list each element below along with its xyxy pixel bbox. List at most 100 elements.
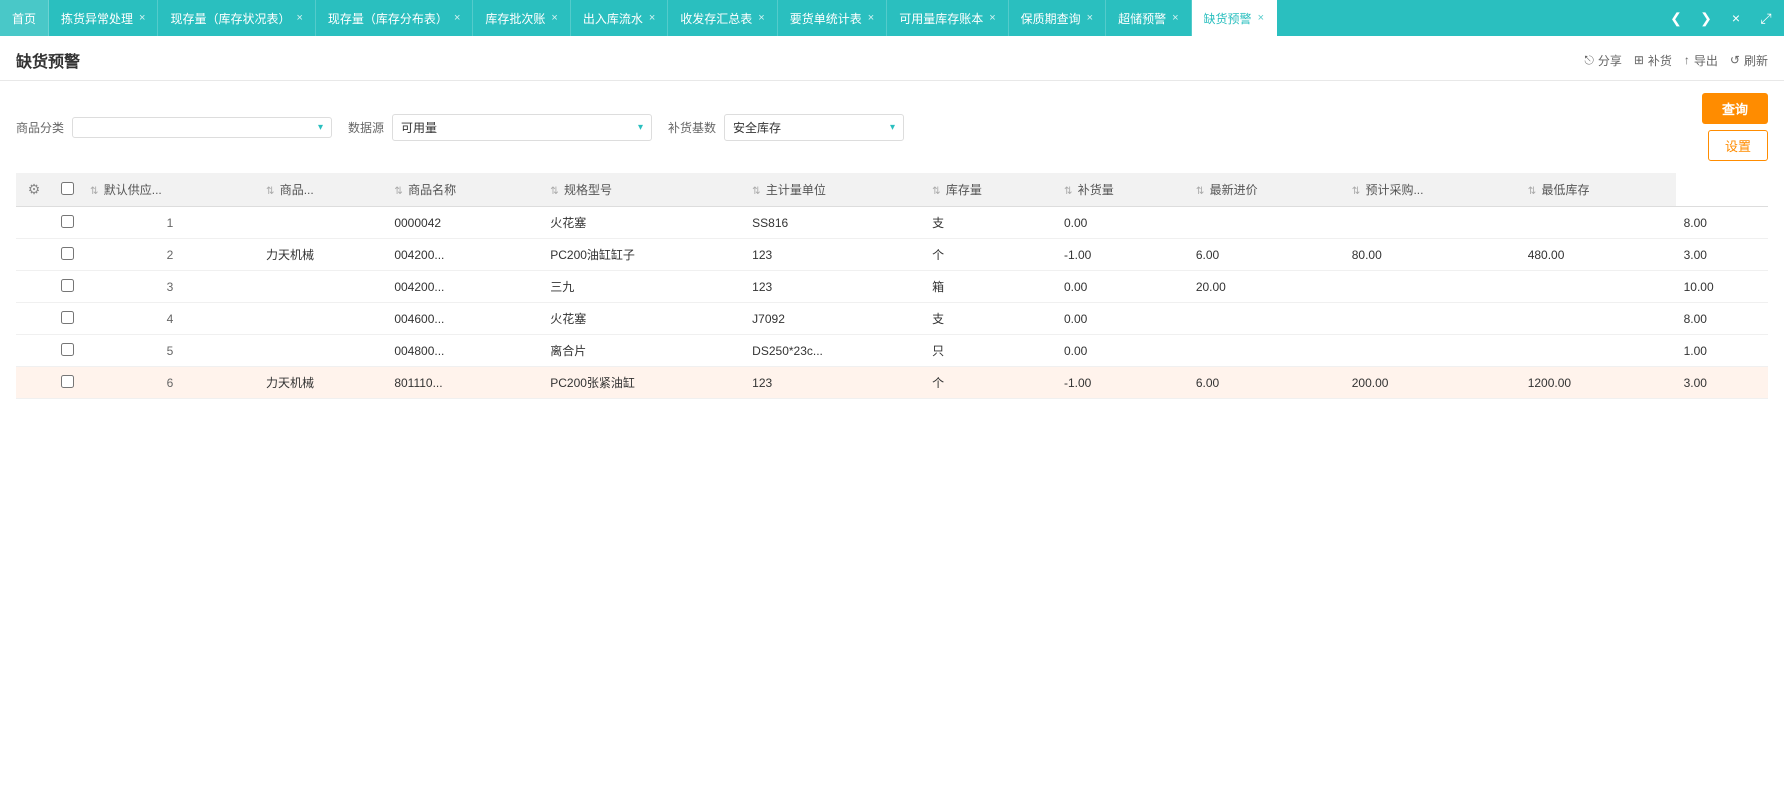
tab-close-available[interactable]: ×	[989, 12, 995, 24]
datasource-filter-group: 数据源 可用量 ▾	[348, 114, 652, 141]
col-stock: ⇅ 库存量	[924, 173, 1056, 207]
replenish-base-filter-group: 补货基数 安全库存 ▾	[668, 114, 904, 141]
query-button[interactable]: 查询	[1702, 93, 1768, 124]
row-checkbox-4[interactable]	[61, 343, 74, 356]
row-product-code: 801110...	[386, 367, 542, 399]
tab-inout-flow[interactable]: 出入库流水 ×	[571, 0, 668, 36]
row-replenish-qty	[1188, 207, 1344, 239]
row-spec: 123	[744, 239, 924, 271]
row-unit: 只	[924, 335, 1056, 367]
col-latest-price: ⇅ 最新进价	[1188, 173, 1344, 207]
min-stock-sort-icon[interactable]: ⇅	[1528, 186, 1536, 197]
row-checkbox-3[interactable]	[61, 311, 74, 324]
tab-close-picking[interactable]: ×	[139, 12, 145, 24]
row-num: 1	[82, 207, 258, 239]
row-checkbox-cell	[52, 207, 82, 239]
replenish-icon: ⊞	[1634, 53, 1644, 67]
tab-close-stock-dist[interactable]: ×	[454, 12, 460, 24]
row-stock: 0.00	[1056, 271, 1188, 303]
tab-overstock-warning[interactable]: 超储预警 ×	[1106, 0, 1191, 36]
tab-expiry-query[interactable]: 保质期查询 ×	[1009, 0, 1106, 36]
tab-picking-exception[interactable]: 拣货异常处理 ×	[49, 0, 158, 36]
tab-receive-summary[interactable]: 收发存汇总表 ×	[668, 0, 777, 36]
row-checkbox-1[interactable]	[61, 247, 74, 260]
datasource-value: 可用量	[401, 119, 437, 136]
refresh-icon: ↺	[1730, 53, 1740, 67]
stock-sort-icon[interactable]: ⇅	[932, 186, 940, 197]
tab-home[interactable]: 首页	[0, 0, 49, 36]
spec-sort-icon[interactable]: ⇅	[550, 186, 558, 197]
tab-close-batch[interactable]: ×	[551, 12, 557, 24]
table-row: 3 004200... 三九 123 箱 0.00 20.00 10.00	[16, 271, 1768, 303]
category-select[interactable]: ▾	[72, 117, 332, 138]
tab-close-all-button[interactable]: ×	[1722, 4, 1750, 32]
row-product-code: 004600...	[386, 303, 542, 335]
tab-close-shortage[interactable]: ×	[1258, 12, 1264, 24]
row-stock: 0.00	[1056, 303, 1188, 335]
row-gear-cell	[16, 303, 52, 335]
tab-close-expiry[interactable]: ×	[1087, 12, 1093, 24]
tab-fullscreen-button[interactable]: ⤢	[1752, 4, 1780, 32]
export-icon: ↑	[1684, 53, 1690, 67]
row-product-name: 火花塞	[542, 207, 744, 239]
tab-close-receive[interactable]: ×	[758, 12, 764, 24]
col-product-code: ⇅ 商品...	[258, 173, 386, 207]
tab-batch-account[interactable]: 库存批次账 ×	[473, 0, 570, 36]
datasource-select[interactable]: 可用量 ▾	[392, 114, 652, 141]
row-gear-cell	[16, 239, 52, 271]
settings-button[interactable]: 设置	[1708, 130, 1768, 161]
table-container: ⚙ ⇅ 默认供应... ⇅ 商品... ⇅ 商品名称	[0, 173, 1784, 399]
tab-close-order[interactable]: ×	[868, 12, 874, 24]
replenish-base-chevron-icon: ▾	[890, 122, 895, 133]
row-product-code: 004800...	[386, 335, 542, 367]
select-all-checkbox[interactable]	[61, 182, 74, 195]
replenish-base-select[interactable]: 安全库存 ▾	[724, 114, 904, 141]
table-row: 2 力天机械 004200... PC200油缸缸子 123 个 -1.00 6…	[16, 239, 1768, 271]
price-sort-icon[interactable]: ⇅	[1196, 186, 1204, 197]
row-product-code: 004200...	[386, 239, 542, 271]
row-estimated-purchase: 1200.00	[1520, 367, 1676, 399]
row-estimated-purchase	[1520, 303, 1676, 335]
row-checkbox-5[interactable]	[61, 375, 74, 388]
row-unit: 支	[924, 303, 1056, 335]
export-button[interactable]: ↑ 导出	[1684, 52, 1718, 69]
tab-prev-button[interactable]: ❮	[1662, 4, 1690, 32]
replenish-qty-sort-icon[interactable]: ⇅	[1064, 186, 1072, 197]
tab-shortage-warning[interactable]: 缺货预警 ×	[1192, 0, 1277, 36]
tab-close-overstock[interactable]: ×	[1172, 12, 1178, 24]
filter-actions: 查询 设置	[1702, 93, 1768, 161]
supplier-sort-icon[interactable]: ⇅	[90, 186, 98, 197]
tab-next-button[interactable]: ❯	[1692, 4, 1720, 32]
row-replenish-qty: 20.00	[1188, 271, 1344, 303]
row-spec: 123	[744, 367, 924, 399]
row-checkbox-cell	[52, 303, 82, 335]
row-checkbox-cell	[52, 239, 82, 271]
row-supplier	[258, 271, 386, 303]
tab-current-stock-dist[interactable]: 现存量（库存分布表） ×	[316, 0, 473, 36]
category-filter-group: 商品分类 ▾	[16, 117, 332, 138]
col-estimated-purchase: ⇅ 预计采购...	[1344, 173, 1520, 207]
tab-current-stock-status[interactable]: 现存量（库存状况表） ×	[158, 0, 315, 36]
row-product-name: 火花塞	[542, 303, 744, 335]
tab-available-account[interactable]: 可用量库存账本 ×	[887, 0, 1008, 36]
unit-sort-icon[interactable]: ⇅	[752, 186, 760, 197]
share-button[interactable]: ⎋ 分享	[1584, 52, 1622, 69]
tab-close-inout[interactable]: ×	[649, 12, 655, 24]
row-latest-price	[1344, 207, 1520, 239]
row-stock: 0.00	[1056, 335, 1188, 367]
tab-close-stock-status[interactable]: ×	[296, 12, 302, 24]
code-sort-icon[interactable]: ⇅	[266, 186, 274, 197]
row-product-name: PC200油缸缸子	[542, 239, 744, 271]
row-replenish-qty	[1188, 303, 1344, 335]
row-unit: 支	[924, 207, 1056, 239]
refresh-button[interactable]: ↺ 刷新	[1730, 52, 1768, 69]
tab-order-stats[interactable]: 要货单统计表 ×	[778, 0, 887, 36]
table-settings-icon[interactable]: ⚙	[28, 181, 41, 197]
row-estimated-purchase	[1520, 207, 1676, 239]
estimated-sort-icon[interactable]: ⇅	[1352, 186, 1360, 197]
row-checkbox-0[interactable]	[61, 215, 74, 228]
replenish-button[interactable]: ⊞ 补货	[1634, 52, 1672, 69]
row-checkbox-2[interactable]	[61, 279, 74, 292]
row-unit: 箱	[924, 271, 1056, 303]
name-sort-icon[interactable]: ⇅	[394, 186, 402, 197]
